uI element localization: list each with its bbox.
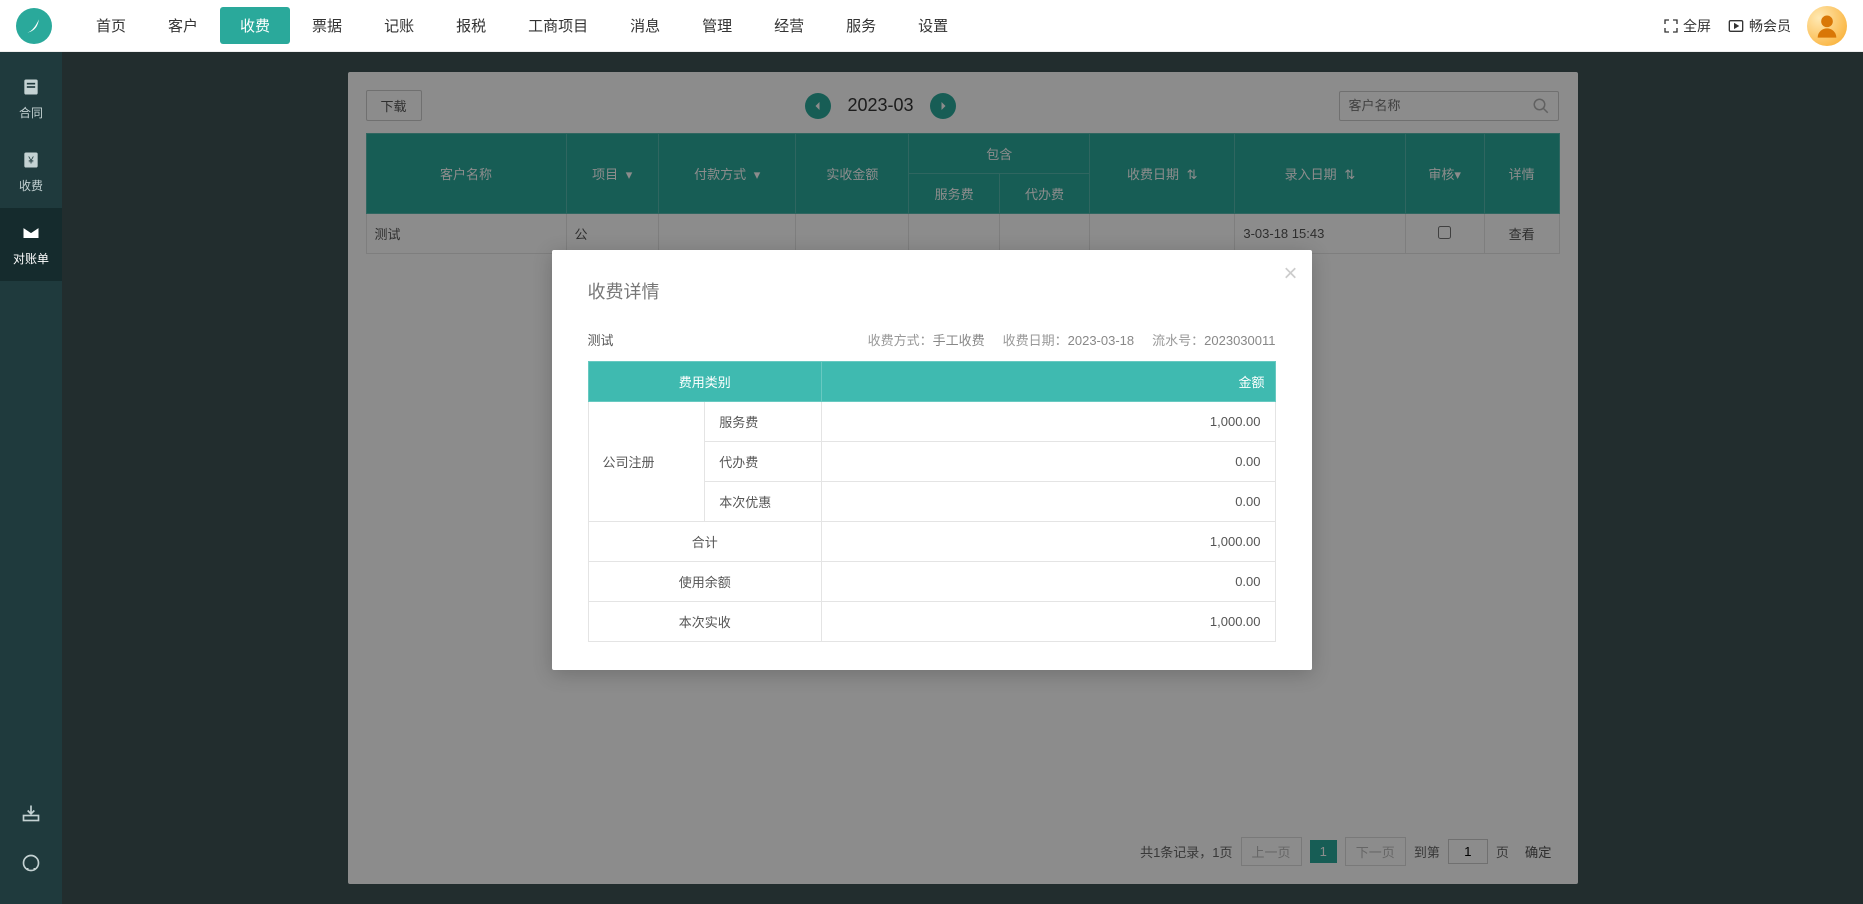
nav-settings[interactable]: 设置	[898, 7, 968, 44]
detail-label: 服务费	[705, 402, 822, 442]
nav-project[interactable]: 工商项目	[508, 7, 608, 44]
modal-close-button[interactable]: ×	[1283, 260, 1297, 288]
sidebar-item-label: 收费	[19, 177, 43, 194]
fullscreen-icon	[1663, 18, 1679, 34]
detail-total-amount: 1,000.00	[822, 522, 1275, 562]
th-category: 费用类别	[588, 362, 822, 402]
download-icon	[20, 802, 42, 824]
detail-total-row: 合计 1,000.00	[588, 522, 1275, 562]
sidebar-item-label: 合同	[19, 104, 43, 121]
modal-method: 收费方式：手工收费	[868, 330, 985, 349]
detail-label: 代办费	[705, 442, 822, 482]
detail-actual-amount: 1,000.00	[822, 602, 1275, 642]
nav-charge[interactable]: 收费	[220, 7, 290, 44]
nav-service[interactable]: 服务	[826, 7, 896, 44]
contract-icon	[20, 76, 42, 98]
left-sidebar: 合同 ¥ 收费 对账单	[0, 52, 62, 904]
modal-info-row: 测试 收费方式：手工收费 收费日期：2023-03-18 流水号：2023030…	[588, 330, 1276, 349]
sidebar-item-download[interactable]	[0, 788, 62, 838]
detail-balance-row: 使用余额 0.00	[588, 562, 1275, 602]
user-avatar[interactable]	[1807, 6, 1847, 46]
detail-row: 公司注册 服务费 1,000.00	[588, 402, 1275, 442]
avatar-icon	[1813, 12, 1841, 40]
sidebar-item-statement[interactable]: 对账单	[0, 208, 62, 281]
sidebar-item-charge[interactable]: ¥ 收费	[0, 135, 62, 208]
sidebar-item-label: 对账单	[13, 250, 49, 267]
top-nav: 首页 客户 收费 票据 记账 报税 工商项目 消息 管理 经营 服务 设置 全屏…	[0, 0, 1863, 52]
modal-title: 收费详情	[588, 278, 1276, 304]
th-amount: 金额	[822, 362, 1275, 402]
nav-operate[interactable]: 经营	[754, 7, 824, 44]
detail-label: 本次优惠	[705, 482, 822, 522]
nav-manage[interactable]: 管理	[682, 7, 752, 44]
nav-home[interactable]: 首页	[76, 7, 146, 44]
charge-detail-modal: × 收费详情 测试 收费方式：手工收费 收费日期：2023-03-18 流水号：…	[552, 250, 1312, 670]
detail-total-label: 合计	[588, 522, 822, 562]
modal-date: 收费日期：2023-03-18	[1003, 330, 1135, 349]
nav-bill[interactable]: 票据	[292, 7, 362, 44]
headset-icon	[20, 852, 42, 874]
play-icon	[1727, 18, 1745, 34]
fullscreen-button[interactable]: 全屏	[1663, 16, 1711, 36]
detail-amount: 0.00	[822, 442, 1275, 482]
detail-balance-amount: 0.00	[822, 562, 1275, 602]
charge-icon: ¥	[20, 149, 42, 171]
modal-customer: 测试	[588, 330, 614, 349]
svg-text:¥: ¥	[27, 155, 34, 166]
detail-actual-label: 本次实收	[588, 602, 822, 642]
nav-items: 首页 客户 收费 票据 记账 报税 工商项目 消息 管理 经营 服务 设置	[76, 7, 968, 44]
detail-actual-row: 本次实收 1,000.00	[588, 602, 1275, 642]
app-logo	[16, 8, 52, 44]
nav-message[interactable]: 消息	[610, 7, 680, 44]
nav-account[interactable]: 记账	[364, 7, 434, 44]
sidebar-item-contract[interactable]: 合同	[0, 62, 62, 135]
statement-icon	[20, 222, 42, 244]
nav-tax[interactable]: 报税	[436, 7, 506, 44]
detail-table: 费用类别 金额 公司注册 服务费 1,000.00 代办费 0.00 本次优惠 …	[588, 361, 1276, 642]
detail-balance-label: 使用余额	[588, 562, 822, 602]
nav-customer[interactable]: 客户	[148, 7, 218, 44]
detail-amount: 0.00	[822, 482, 1275, 522]
detail-group: 公司注册	[588, 402, 705, 522]
member-button[interactable]: 畅会员	[1727, 16, 1791, 36]
sidebar-item-support[interactable]	[0, 838, 62, 888]
sidebar-bottom	[0, 788, 62, 904]
detail-amount: 1,000.00	[822, 402, 1275, 442]
top-right: 全屏 畅会员	[1663, 6, 1847, 46]
modal-serial: 流水号：2023030011	[1152, 330, 1275, 349]
